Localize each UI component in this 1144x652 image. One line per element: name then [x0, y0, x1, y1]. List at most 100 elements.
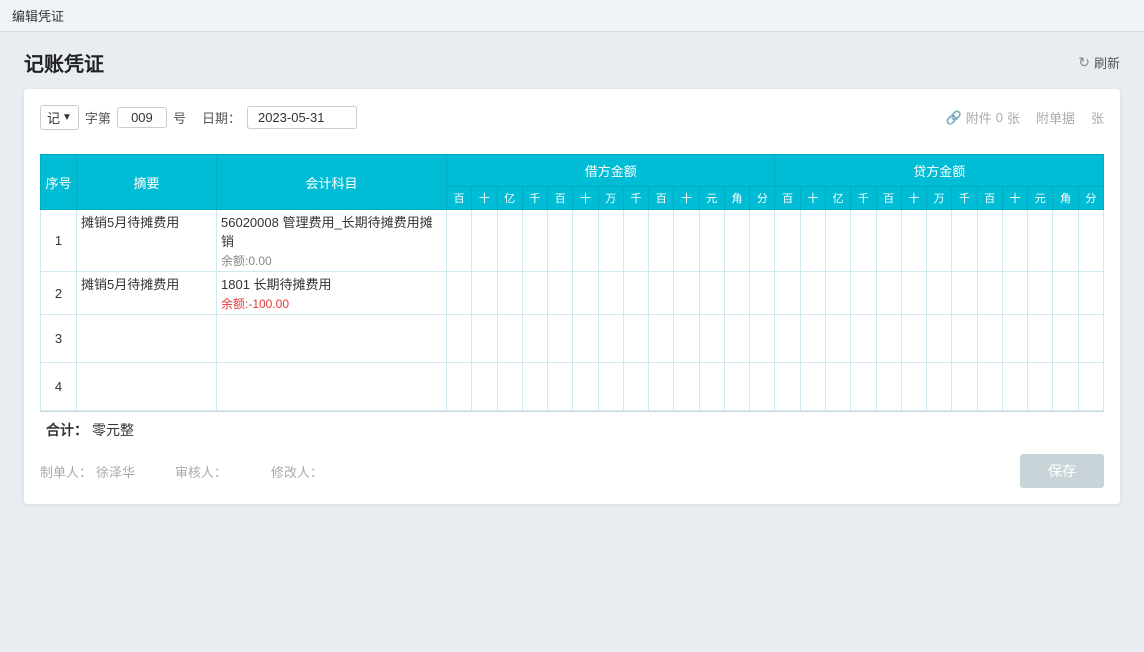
cell-credit-digit[interactable] — [800, 363, 825, 411]
cell-credit-digit[interactable] — [800, 272, 825, 315]
cell-debit-digit[interactable] — [649, 363, 674, 411]
save-button[interactable]: 保存 — [1020, 454, 1104, 488]
cell-credit-digit[interactable] — [1028, 363, 1053, 411]
cell-credit-digit[interactable] — [775, 272, 800, 315]
cell-debit-digit[interactable] — [497, 315, 522, 363]
cell-debit-digit[interactable] — [447, 315, 472, 363]
cell-credit-digit[interactable] — [952, 315, 977, 363]
cell-credit-digit[interactable] — [1002, 315, 1027, 363]
cell-summary[interactable] — [77, 315, 217, 363]
cell-debit-digit[interactable] — [699, 315, 724, 363]
cell-debit-digit[interactable] — [598, 210, 623, 272]
cell-credit-digit[interactable] — [901, 210, 926, 272]
cell-summary[interactable]: 摊销5月待摊费用 — [77, 272, 217, 315]
cell-debit-digit[interactable] — [674, 315, 699, 363]
cell-credit-digit[interactable] — [775, 315, 800, 363]
cell-summary[interactable] — [77, 363, 217, 411]
cell-credit-digit[interactable] — [977, 272, 1002, 315]
cell-debit-digit[interactable] — [699, 272, 724, 315]
cell-credit-digit[interactable] — [1002, 363, 1027, 411]
cell-credit-digit[interactable] — [977, 363, 1002, 411]
cell-credit-digit[interactable] — [1028, 315, 1053, 363]
cell-debit-digit[interactable] — [472, 210, 497, 272]
cell-debit-digit[interactable] — [674, 210, 699, 272]
cell-credit-digit[interactable] — [1078, 315, 1103, 363]
cell-debit-digit[interactable] — [699, 210, 724, 272]
cell-debit-digit[interactable] — [649, 272, 674, 315]
cell-credit-digit[interactable] — [1002, 272, 1027, 315]
cell-debit-digit[interactable] — [497, 210, 522, 272]
cell-credit-digit[interactable] — [901, 363, 926, 411]
cell-credit-digit[interactable] — [876, 272, 901, 315]
cell-debit-digit[interactable] — [623, 272, 648, 315]
cell-credit-digit[interactable] — [901, 272, 926, 315]
cell-credit-digit[interactable] — [1078, 210, 1103, 272]
cell-debit-digit[interactable] — [573, 315, 598, 363]
cell-credit-digit[interactable] — [851, 315, 876, 363]
cell-account[interactable]: 1801 长期待摊费用余额:-100.00 — [217, 272, 447, 315]
cell-credit-digit[interactable] — [851, 210, 876, 272]
cell-credit-digit[interactable] — [952, 210, 977, 272]
cell-credit-digit[interactable] — [825, 272, 850, 315]
cell-debit-digit[interactable] — [573, 363, 598, 411]
cell-summary[interactable]: 摊销5月待摊费用 — [77, 210, 217, 272]
cell-debit-digit[interactable] — [724, 272, 749, 315]
cell-debit-digit[interactable] — [497, 363, 522, 411]
cell-credit-digit[interactable] — [927, 210, 952, 272]
cell-debit-digit[interactable] — [548, 315, 573, 363]
voucher-number-input[interactable] — [117, 107, 167, 128]
cell-debit-digit[interactable] — [573, 272, 598, 315]
cell-credit-digit[interactable] — [800, 315, 825, 363]
cell-debit-digit[interactable] — [447, 363, 472, 411]
cell-credit-digit[interactable] — [1053, 272, 1078, 315]
cell-credit-digit[interactable] — [1053, 315, 1078, 363]
cell-credit-digit[interactable] — [876, 363, 901, 411]
cell-debit-digit[interactable] — [649, 315, 674, 363]
cell-debit-digit[interactable] — [724, 315, 749, 363]
cell-account[interactable]: 56020008 管理费用_长期待摊费用摊销余额:0.00 — [217, 210, 447, 272]
cell-account[interactable] — [217, 315, 447, 363]
cell-credit-digit[interactable] — [825, 210, 850, 272]
cell-debit-digit[interactable] — [674, 272, 699, 315]
cell-credit-digit[interactable] — [952, 363, 977, 411]
cell-debit-digit[interactable] — [447, 210, 472, 272]
ji-select[interactable]: 记 ▼ — [40, 105, 79, 130]
cell-debit-digit[interactable] — [623, 315, 648, 363]
cell-credit-digit[interactable] — [952, 272, 977, 315]
cell-debit-digit[interactable] — [598, 363, 623, 411]
cell-credit-digit[interactable] — [1078, 272, 1103, 315]
cell-credit-digit[interactable] — [1053, 210, 1078, 272]
cell-credit-digit[interactable] — [851, 363, 876, 411]
attach-single-docs[interactable]: 附单据 — [1036, 108, 1075, 127]
cell-credit-digit[interactable] — [1078, 363, 1103, 411]
cell-debit-digit[interactable] — [522, 210, 547, 272]
cell-debit-digit[interactable] — [623, 363, 648, 411]
cell-credit-digit[interactable] — [1028, 272, 1053, 315]
cell-debit-digit[interactable] — [724, 210, 749, 272]
cell-credit-digit[interactable] — [1053, 363, 1078, 411]
cell-debit-digit[interactable] — [472, 315, 497, 363]
date-input[interactable] — [247, 106, 357, 129]
cell-debit-digit[interactable] — [598, 315, 623, 363]
cell-debit-digit[interactable] — [623, 210, 648, 272]
cell-credit-digit[interactable] — [851, 272, 876, 315]
cell-debit-digit[interactable] — [522, 315, 547, 363]
refresh-button[interactable]: ↻ 刷新 — [1078, 53, 1120, 72]
cell-debit-digit[interactable] — [548, 210, 573, 272]
cell-credit-digit[interactable] — [977, 315, 1002, 363]
cell-credit-digit[interactable] — [927, 315, 952, 363]
cell-debit-digit[interactable] — [750, 210, 775, 272]
cell-debit-digit[interactable] — [724, 363, 749, 411]
cell-debit-digit[interactable] — [649, 210, 674, 272]
cell-debit-digit[interactable] — [750, 363, 775, 411]
cell-account[interactable] — [217, 363, 447, 411]
cell-debit-digit[interactable] — [472, 363, 497, 411]
cell-debit-digit[interactable] — [750, 315, 775, 363]
cell-credit-digit[interactable] — [1002, 210, 1027, 272]
cell-credit-digit[interactable] — [927, 363, 952, 411]
cell-credit-digit[interactable] — [775, 210, 800, 272]
cell-credit-digit[interactable] — [876, 315, 901, 363]
cell-debit-digit[interactable] — [522, 272, 547, 315]
cell-debit-digit[interactable] — [674, 363, 699, 411]
cell-credit-digit[interactable] — [825, 315, 850, 363]
